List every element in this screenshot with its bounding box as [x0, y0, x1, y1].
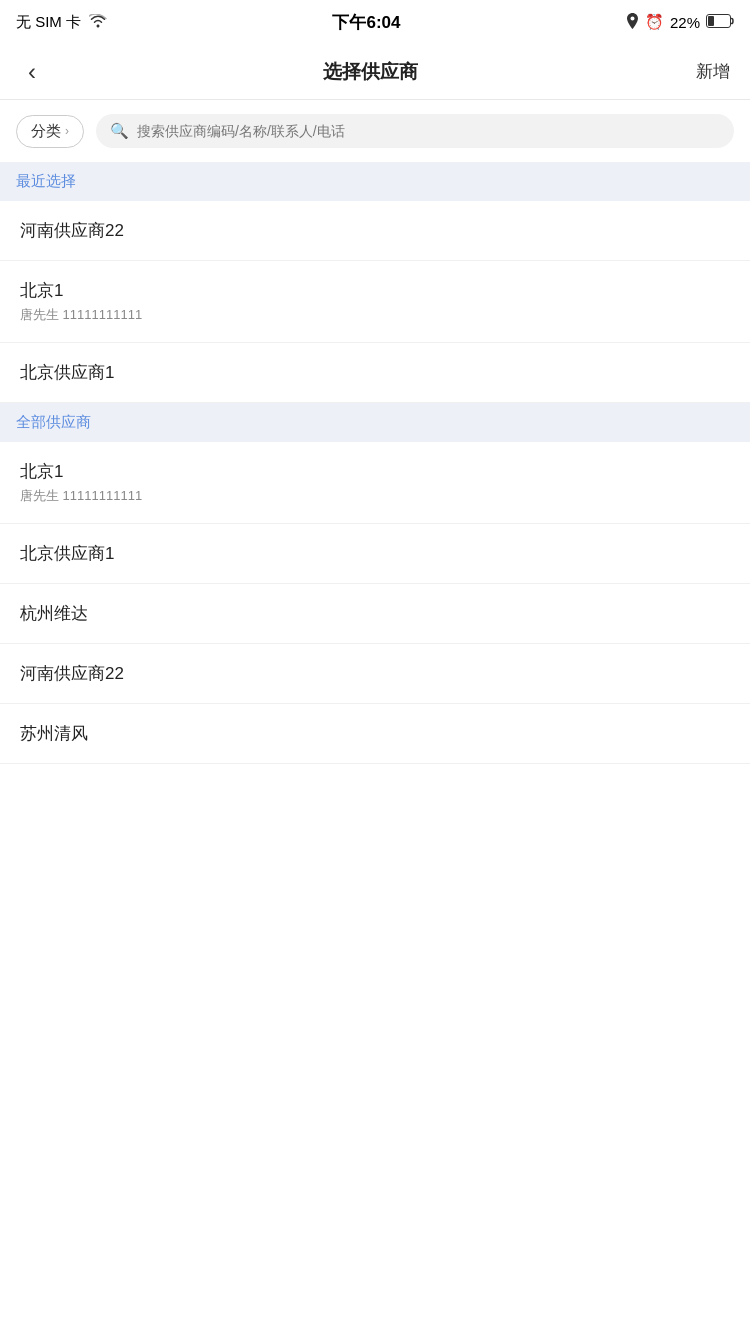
chevron-right-icon: ›: [65, 124, 69, 138]
item-name: 河南供应商22: [20, 662, 730, 685]
item-sub: 唐先生 11111111111: [20, 306, 730, 324]
list-item[interactable]: 河南供应商22: [0, 201, 750, 261]
list-item[interactable]: 河南供应商22: [0, 644, 750, 704]
battery-label: 22%: [670, 14, 700, 31]
section-header-recent: 最近选择: [0, 162, 750, 201]
search-input-wrap: 🔍: [96, 114, 734, 148]
status-time: 下午6:04: [332, 11, 400, 34]
add-button[interactable]: 新增: [696, 60, 730, 83]
section-header-label: 最近选择: [16, 172, 76, 189]
sim-label: 无 SIM 卡: [16, 13, 81, 32]
item-name: 北京供应商1: [20, 361, 730, 384]
category-label: 分类: [31, 122, 61, 141]
sections-container: 最近选择河南供应商22 北京1 唐先生 11111111111 北京供应商1 全部供应商…: [0, 162, 750, 764]
wifi-icon: [89, 14, 107, 31]
search-input[interactable]: [137, 123, 720, 139]
search-icon: 🔍: [110, 122, 129, 140]
list-item[interactable]: 北京1 唐先生 11111111111: [0, 442, 750, 524]
list-item[interactable]: 北京1 唐先生 11111111111: [0, 261, 750, 343]
item-name: 苏州清风: [20, 722, 730, 745]
status-left: 无 SIM 卡: [16, 13, 107, 32]
list-item[interactable]: 苏州清风: [0, 704, 750, 764]
alarm-icon: ⏰: [645, 13, 664, 31]
item-name: 杭州维达: [20, 602, 730, 625]
svg-rect-1: [708, 16, 714, 26]
category-button[interactable]: 分类 ›: [16, 115, 84, 148]
list-item[interactable]: 北京供应商1: [0, 343, 750, 403]
list-item[interactable]: 杭州维达: [0, 584, 750, 644]
back-button[interactable]: ‹: [20, 50, 44, 94]
item-sub: 唐先生 11111111111: [20, 487, 730, 505]
page-title: 选择供应商: [323, 59, 418, 85]
location-icon: [626, 13, 639, 32]
status-right: ⏰ 22%: [626, 13, 734, 32]
item-name: 北京1: [20, 460, 730, 483]
status-bar: 无 SIM 卡 下午6:04 ⏰ 22%: [0, 0, 750, 44]
section-header-label: 全部供应商: [16, 413, 91, 430]
item-name: 北京供应商1: [20, 542, 730, 565]
battery-icon: [706, 14, 734, 31]
nav-bar: ‹ 选择供应商 新增: [0, 44, 750, 100]
section-header-all: 全部供应商: [0, 403, 750, 442]
item-name: 河南供应商22: [20, 219, 730, 242]
item-name: 北京1: [20, 279, 730, 302]
list-item[interactable]: 北京供应商1: [0, 524, 750, 584]
search-bar: 分类 › 🔍: [0, 100, 750, 162]
